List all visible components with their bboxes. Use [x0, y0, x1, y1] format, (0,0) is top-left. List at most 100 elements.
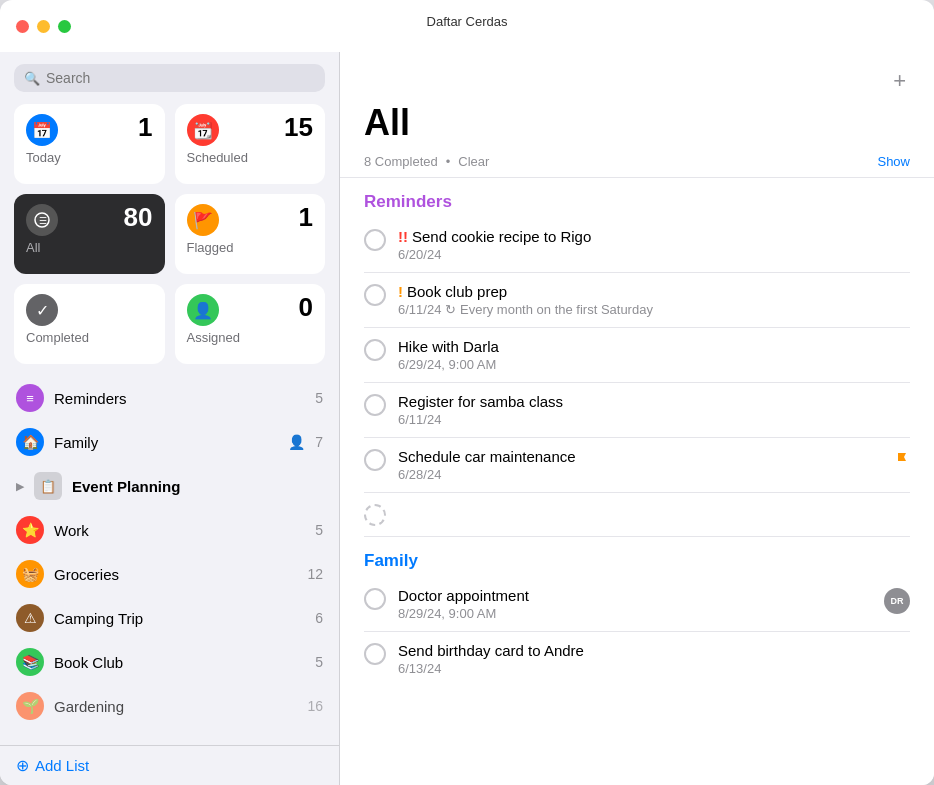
- completed-bar: 8 Completed • Clear Show: [340, 148, 934, 178]
- reminders-count: 5: [315, 390, 323, 406]
- flagged-count: 1: [299, 204, 313, 230]
- traffic-lights: [16, 20, 71, 33]
- smart-list-all[interactable]: ☰ 80 All: [14, 194, 165, 274]
- reminder-date: 6/29/24, 9:00 AM: [398, 357, 910, 372]
- show-button[interactable]: Show: [877, 154, 910, 169]
- svg-text:☰: ☰: [39, 216, 47, 226]
- app-window: Daftar Cerdas 🔍 📅 1 Today: [0, 0, 934, 785]
- reminder-checkbox[interactable]: [364, 284, 386, 306]
- work-icon: ⭐: [16, 516, 44, 544]
- flagged-icon: 🚩: [187, 204, 219, 236]
- avatar-badge: DR: [884, 588, 910, 614]
- reminder-content: Hike with Darla 6/29/24, 9:00 AM: [398, 338, 910, 372]
- list-item-gardening[interactable]: 🌱 Gardening 16: [0, 684, 339, 728]
- reminder-item: !! Send cookie recipe to Rigo 6/20/24: [364, 218, 910, 273]
- smart-list-scheduled[interactable]: 📆 15 Scheduled: [175, 104, 326, 184]
- family-count: 7: [315, 434, 323, 450]
- reminder-title: ! Book club prep: [398, 283, 910, 300]
- detail-title: All: [340, 102, 934, 148]
- completed-label: Completed: [26, 330, 153, 345]
- add-list-plus-icon: ⊕: [16, 756, 29, 775]
- flagged-label: Flagged: [187, 240, 314, 255]
- search-input[interactable]: [46, 70, 315, 86]
- assigned-icon: 👤: [187, 294, 219, 326]
- reminder-item: Send birthday card to Andre 6/13/24: [364, 632, 910, 686]
- reminder-checkbox-dashed[interactable]: [364, 504, 386, 526]
- reminder-item: Register for samba class 6/11/24: [364, 383, 910, 438]
- reminder-date: 6/11/24: [398, 412, 910, 427]
- event-planning-icon: 📋: [34, 472, 62, 500]
- smart-list-completed[interactable]: ✓ Completed: [14, 284, 165, 364]
- reminder-checkbox[interactable]: [364, 229, 386, 251]
- smart-list-flagged[interactable]: 🚩 1 Flagged: [175, 194, 326, 274]
- section-title-reminders: Reminders: [364, 178, 910, 218]
- list-item-groceries[interactable]: 🧺 Groceries 12: [0, 552, 339, 596]
- fullscreen-button[interactable]: [58, 20, 71, 33]
- camping-trip-count: 6: [315, 610, 323, 626]
- reminder-checkbox[interactable]: [364, 339, 386, 361]
- smart-lists-grid: 📅 1 Today 📆 15 Scheduled: [0, 104, 339, 376]
- sidebar: 🔍 📅 1 Today 📆 15: [0, 52, 340, 785]
- reminder-title: Register for samba class: [398, 393, 910, 410]
- reminder-checkbox[interactable]: [364, 394, 386, 416]
- list-item-family[interactable]: 🏠 Family 👤 7: [0, 420, 339, 464]
- smart-list-today[interactable]: 📅 1 Today: [14, 104, 165, 184]
- reminder-checkbox[interactable]: [364, 449, 386, 471]
- search-bar[interactable]: 🔍: [14, 64, 325, 92]
- add-list-label: Add List: [35, 757, 89, 774]
- detail-panel: + All 8 Completed • Clear Show Reminders…: [340, 52, 934, 785]
- groceries-count: 12: [307, 566, 323, 582]
- reminder-title: Schedule car maintenance: [398, 448, 884, 465]
- reminder-checkbox[interactable]: [364, 588, 386, 610]
- today-icon: 📅: [26, 114, 58, 146]
- reminder-checkbox[interactable]: [364, 643, 386, 665]
- shared-icon: 👤: [288, 434, 305, 450]
- groceries-name: Groceries: [54, 566, 297, 583]
- chevron-right-icon: ▶: [16, 480, 24, 493]
- scheduled-label: Scheduled: [187, 150, 314, 165]
- list-item-work[interactable]: ⭐ Work 5: [0, 508, 339, 552]
- main-content: 🔍 📅 1 Today 📆 15: [0, 52, 934, 785]
- scheduled-count: 15: [284, 114, 313, 140]
- reminder-item: Doctor appointment 8/29/24, 9:00 AM DR: [364, 577, 910, 632]
- clear-button[interactable]: Clear: [458, 154, 489, 169]
- completed-count-text: 8 Completed: [364, 154, 438, 169]
- all-label: All: [26, 240, 153, 255]
- reminder-content: Schedule car maintenance 6/28/24: [398, 448, 884, 482]
- gardening-count: 16: [307, 698, 323, 714]
- separator: •: [446, 154, 451, 169]
- reminder-content: Doctor appointment 8/29/24, 9:00 AM: [398, 587, 872, 621]
- reminder-content: Send birthday card to Andre 6/13/24: [398, 642, 910, 676]
- reminder-content: ! Book club prep 6/11/24 ↻ Every month o…: [398, 283, 910, 317]
- today-count: 1: [138, 114, 152, 140]
- list-item-reminders[interactable]: ≡ Reminders 5: [0, 376, 339, 420]
- completed-icon: ✓: [26, 294, 58, 326]
- reminder-content: !! Send cookie recipe to Rigo 6/20/24: [398, 228, 910, 262]
- reminder-title: Send birthday card to Andre: [398, 642, 910, 659]
- reminder-date: 6/13/24: [398, 661, 910, 676]
- groceries-icon: 🧺: [16, 560, 44, 588]
- flag-icon: [896, 452, 910, 466]
- reminder-date: 6/11/24 ↻ Every month on the first Satur…: [398, 302, 910, 317]
- list-group-event-planning[interactable]: ▶ 📋 Event Planning: [0, 464, 339, 508]
- reminder-content: Register for samba class 6/11/24: [398, 393, 910, 427]
- section-title-family: Family: [364, 537, 910, 577]
- list-item-camping-trip[interactable]: ⚠ Camping Trip 6: [0, 596, 339, 640]
- add-reminder-button[interactable]: +: [889, 68, 910, 94]
- minimize-button[interactable]: [37, 20, 50, 33]
- title-bar: Daftar Cerdas: [0, 0, 934, 52]
- event-planning-name: Event Planning: [72, 478, 323, 495]
- family-icon: 🏠: [16, 428, 44, 456]
- add-list-button[interactable]: ⊕ Add List: [0, 745, 339, 785]
- detail-header: +: [340, 52, 934, 102]
- close-button[interactable]: [16, 20, 29, 33]
- gardening-icon: 🌱: [16, 692, 44, 720]
- gardening-name: Gardening: [54, 698, 297, 715]
- reminder-item: Hike with Darla 6/29/24, 9:00 AM: [364, 328, 910, 383]
- reminder-item: Schedule car maintenance 6/28/24: [364, 438, 910, 493]
- list-item-book-club[interactable]: 📚 Book Club 5: [0, 640, 339, 684]
- reminders-icon: ≡: [16, 384, 44, 412]
- smart-list-assigned[interactable]: 👤 0 Assigned: [175, 284, 326, 364]
- window-title: Daftar Cerdas: [427, 14, 508, 29]
- reminder-title: !! Send cookie recipe to Rigo: [398, 228, 910, 245]
